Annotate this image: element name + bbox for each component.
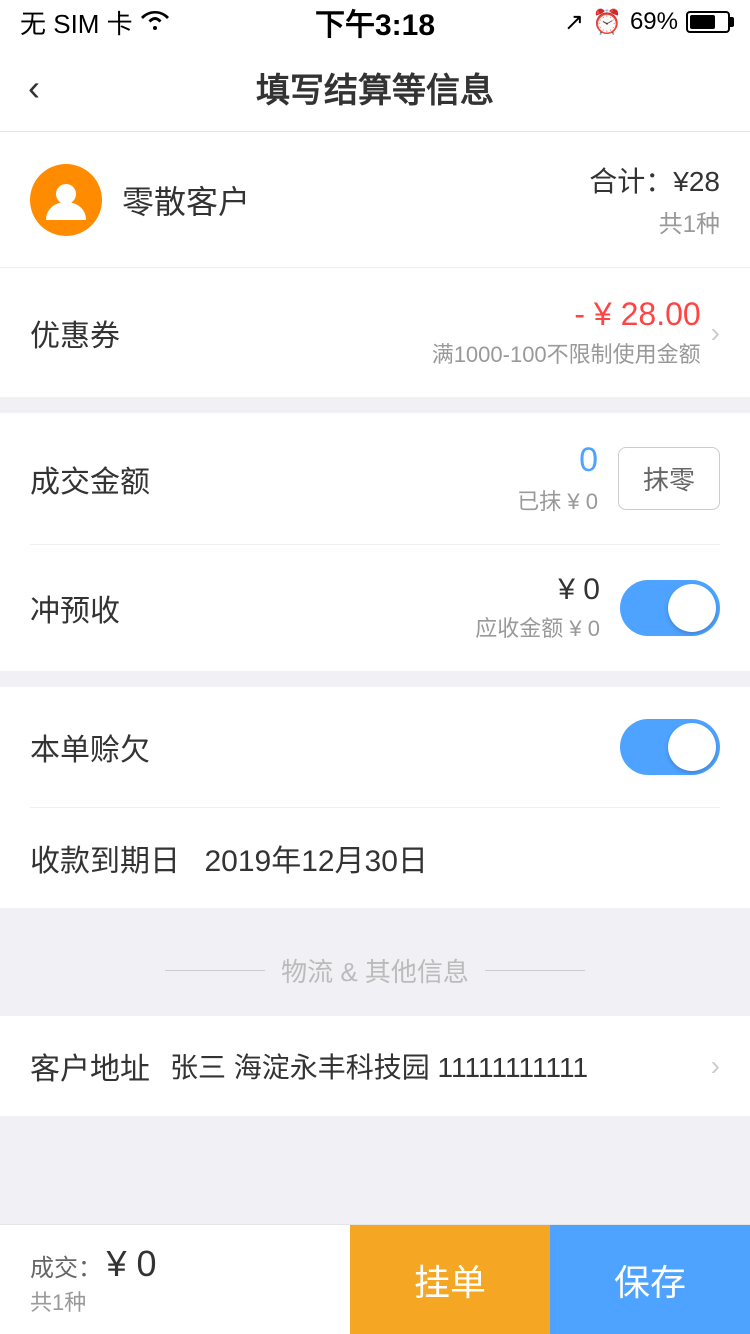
content: 零散客户 合计：¥28 共1种 优惠券 - ¥ 28.00 满1000-100不…: [0, 132, 750, 1276]
status-time: 下午3:18: [315, 0, 435, 44]
battery-percent: 69%: [630, 8, 678, 36]
deal-amount: 0: [517, 441, 598, 480]
customer-row: 零散客户 合计：¥28 共1种: [0, 132, 750, 267]
due-date-row: 收款到期日 2019年12月30日: [30, 808, 720, 908]
debt-toggle[interactable]: [620, 719, 720, 775]
coupon-desc: 满1000-100不限制使用金额: [432, 337, 701, 369]
advance-sub: 应收金额 ¥ 0: [475, 611, 600, 643]
status-right: ↗ ⏰ 69%: [564, 8, 730, 37]
debt-label: 本单赊欠: [30, 725, 150, 769]
location-icon: ↗: [564, 8, 584, 37]
round-button[interactable]: 抹零: [618, 447, 720, 510]
status-left: 无 SIM 卡: [20, 4, 169, 41]
coupon-label: 优惠券: [30, 311, 120, 355]
deal-right: 0 已抹 ¥ 0 抹零: [517, 441, 720, 516]
advance-label: 冲预收: [30, 586, 120, 630]
separator-3: [0, 1000, 750, 1016]
advance-value-col: ¥ 0 应收金额 ¥ 0: [475, 573, 600, 643]
advance-toggle[interactable]: [620, 580, 720, 636]
logistics-text: 物流 & 其他信息: [281, 952, 469, 989]
customer-summary: 合计：¥28 共1种: [589, 160, 720, 239]
coupon-row[interactable]: 优惠券 - ¥ 28.00 满1000-100不限制使用金额 ›: [0, 267, 750, 397]
debt-section: 本单赊欠 收款到期日 2019年12月30日: [0, 687, 750, 908]
avatar: [30, 164, 102, 236]
due-date-value: 2019年12月30日: [204, 845, 427, 878]
deal-sub: 已抹 ¥ 0: [517, 484, 598, 516]
address-label: 客户地址: [30, 1044, 150, 1088]
customer-card: 零散客户 合计：¥28 共1种 优惠券 - ¥ 28.00 满1000-100不…: [0, 132, 750, 397]
address-section: 客户地址 张三 海淀永丰科技园 11111111111 ›: [0, 1016, 750, 1116]
deal-section: 成交金额 0 已抹 ¥ 0 抹零 冲预收 ¥ 0 应收金额 ¥ 0: [0, 413, 750, 671]
separator-1: [0, 671, 750, 687]
bottom-left: 成交： ¥ 0 共1种: [0, 1243, 350, 1317]
coupon-amount: - ¥ 28.00: [432, 296, 701, 333]
debt-toggle-circle: [668, 723, 716, 771]
logistics-divider: 物流 & 其他信息: [0, 940, 750, 1000]
bottom-count: 共1种: [30, 1285, 320, 1317]
deal-row: 成交金额 0 已抹 ¥ 0 抹零: [30, 413, 720, 545]
advance-row: 冲预收 ¥ 0 应收金额 ¥ 0: [30, 545, 720, 671]
address-value: 张三 海淀永丰科技园 11111111111: [170, 1046, 701, 1086]
summary-count: 共1种: [589, 204, 720, 239]
advance-right: ¥ 0 应收金额 ¥ 0: [475, 573, 720, 643]
coupon-chevron-icon: ›: [711, 317, 720, 349]
bottom-deal-amount: ¥ 0: [106, 1243, 156, 1284]
toggle-circle: [668, 584, 716, 632]
save-button[interactable]: 保存: [550, 1225, 750, 1334]
status-bar: 无 SIM 卡 下午3:18 ↗ ⏰ 69%: [0, 0, 750, 44]
separator-2: [0, 924, 750, 940]
address-row[interactable]: 客户地址 张三 海淀永丰科技园 11111111111 ›: [30, 1016, 720, 1116]
bottom-bar: 成交： ¥ 0 共1种 挂单 保存: [0, 1224, 750, 1334]
page-title: 填写结算等信息: [256, 63, 494, 112]
summary-total: 合计：¥28: [589, 160, 720, 200]
battery-icon: [686, 11, 730, 33]
customer-left: 零散客户: [30, 164, 250, 236]
back-button[interactable]: ‹: [28, 67, 40, 109]
coupon-value-col: - ¥ 28.00 满1000-100不限制使用金额: [432, 296, 701, 369]
advance-amount: ¥ 0: [475, 573, 600, 607]
due-date-label: 收款到期日: [30, 845, 180, 878]
wifi-icon: [141, 7, 169, 38]
deal-label: 成交金额: [30, 457, 150, 501]
sim-label: 无 SIM 卡: [20, 4, 133, 41]
alarm-icon: ⏰: [592, 8, 622, 37]
debt-row: 本单赊欠: [30, 687, 720, 808]
bottom-deal-label: 成交：: [30, 1255, 102, 1282]
customer-name: 零散客户: [122, 177, 250, 223]
nav-bar: ‹ 填写结算等信息: [0, 44, 750, 132]
bottom-deal-row: 成交： ¥ 0: [30, 1243, 320, 1285]
address-chevron-icon: ›: [711, 1050, 720, 1082]
hang-button[interactable]: 挂单: [350, 1225, 550, 1334]
deal-value-col: 0 已抹 ¥ 0: [517, 441, 598, 516]
coupon-right: - ¥ 28.00 满1000-100不限制使用金额 ›: [432, 296, 720, 369]
